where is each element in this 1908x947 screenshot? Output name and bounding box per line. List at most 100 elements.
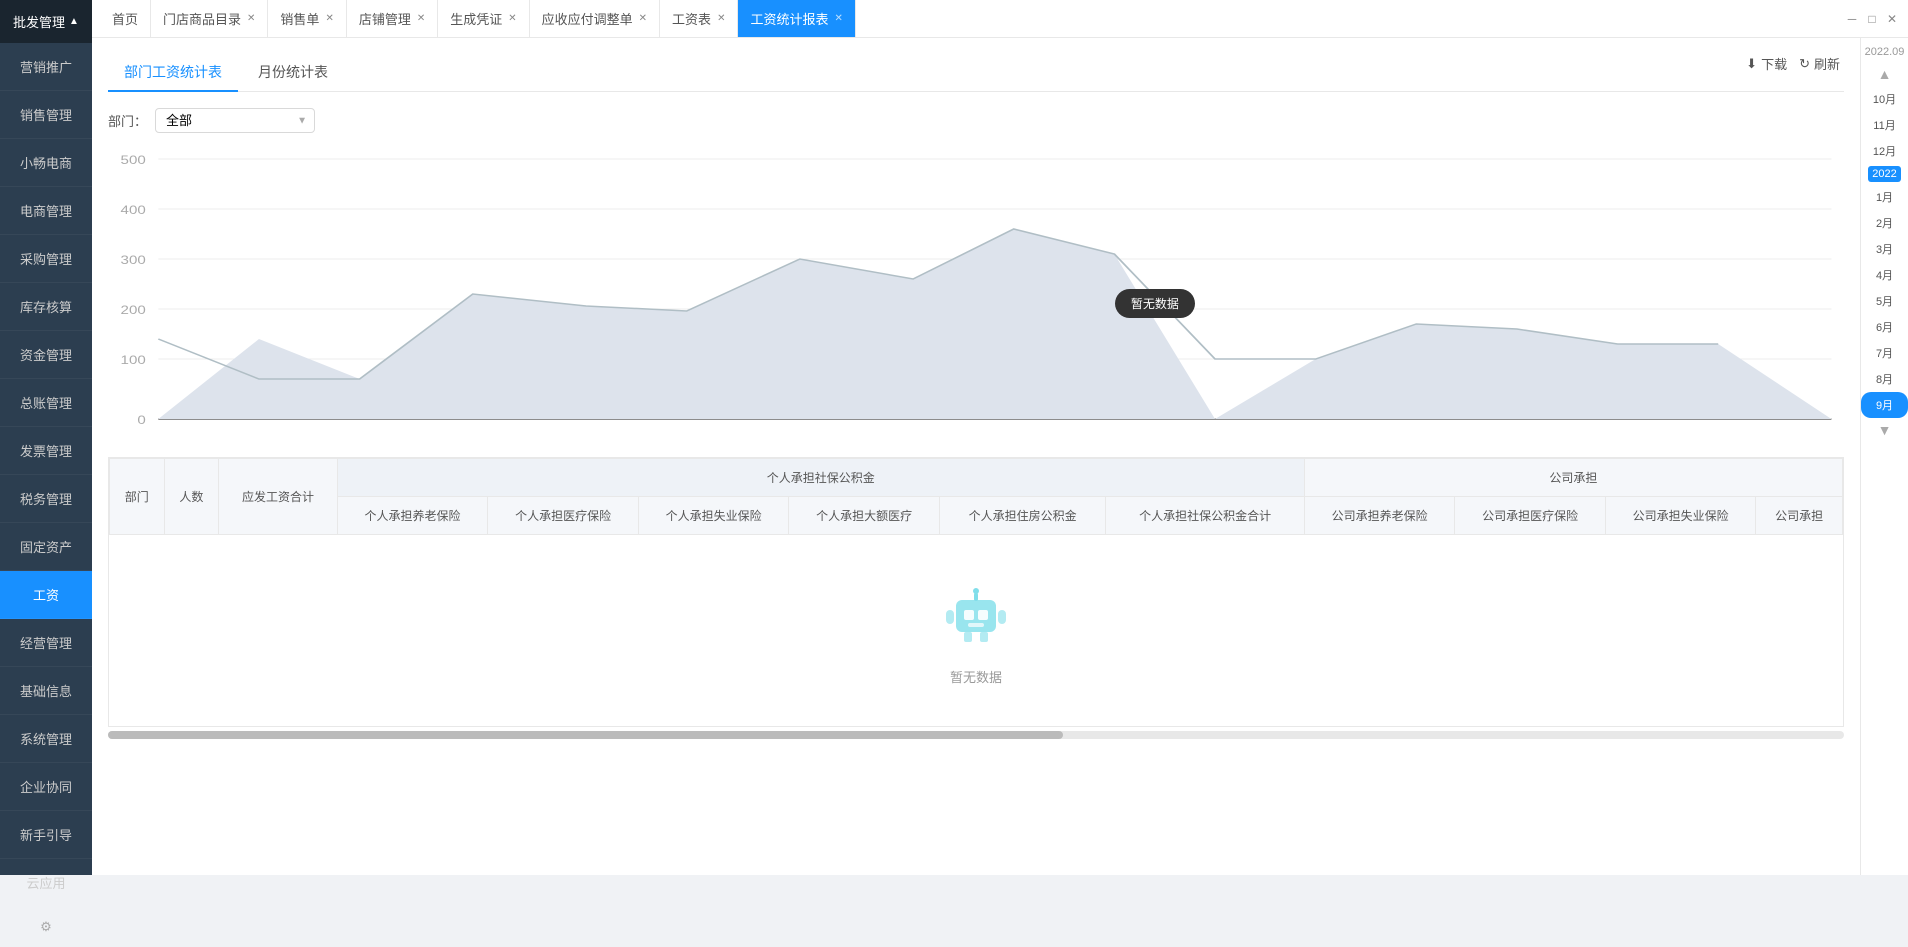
timeline-month-12[interactable]: 12月 [1861,138,1908,164]
sub-tab-monthly[interactable]: 月份统计表 [242,54,344,92]
close-tab-payroll[interactable]: ✕ [717,13,725,24]
department-filter-label: 部门： [108,111,147,130]
timeline-down-button[interactable]: ▼ [1874,418,1896,442]
minimize-button[interactable]: ─ [1844,11,1860,27]
settings-icon: ⚙ [40,919,52,934]
year-2022-label: 2022.09 [1863,42,1907,62]
sidebar-item-system[interactable]: 系统管理 [0,715,92,763]
close-tab-payroll-report[interactable]: ✕ [834,13,842,24]
sidebar-item-invoice[interactable]: 发票管理 [0,427,92,475]
sidebar-item-inventory[interactable]: 库存核算 [0,283,92,331]
payroll-chart: 500 400 300 200 100 0 [108,149,1844,449]
timeline-month-7[interactable]: 7月 [1861,340,1908,366]
sidebar-header-arrow: ▲ [69,16,79,27]
col-company-medical: 公司承担医疗保险 [1455,497,1606,535]
sidebar-item-ecommerce-small[interactable]: 小畅电商 [0,139,92,187]
download-button[interactable]: ⬇ 下载 [1746,54,1787,73]
tab-store-catalog[interactable]: 门店商品目录 ✕ [151,0,268,38]
timeline-month-3[interactable]: 3月 [1861,236,1908,262]
col-personal-medical: 个人承担医疗保险 [488,497,639,535]
maximize-button[interactable]: □ [1864,11,1880,27]
page-body: 部门工资统计表 月份统计表 ⬇ 下载 ↻ 刷新 部门： [92,38,1860,875]
col-company-unemployment: 公司承担失业保险 [1605,497,1756,535]
department-select[interactable]: 全部 [155,108,315,133]
timeline-month-10[interactable]: 10月 [1861,86,1908,112]
col-personal-unemployment: 个人承担失业保险 [638,497,789,535]
close-tab-receivable-adjustment[interactable]: ✕ [639,13,647,24]
col-company-pension: 公司承担养老保险 [1304,497,1455,535]
timeline-month-4[interactable]: 4月 [1861,262,1908,288]
timeline-up-button[interactable]: ▲ [1874,62,1896,86]
window-controls: ─ □ ✕ [1844,11,1900,27]
tab-generate-voucher[interactable]: 生成凭证 ✕ [438,0,529,38]
sidebar-item-sales[interactable]: 销售管理 [0,91,92,139]
col-group-company: 公司承担 [1304,459,1842,497]
col-count: 人数 [164,459,219,535]
close-tab-store-manage[interactable]: ✕ [417,13,425,24]
toolbar: ⬇ 下载 ↻ 刷新 [1746,54,1840,73]
sidebar-item-cloud[interactable]: 云应用 [0,859,92,907]
sidebar-item-assets[interactable]: 固定资产 [0,523,92,571]
timeline-month-9[interactable]: 9月 [1861,392,1908,418]
sidebar-item-payroll[interactable]: 工资 [0,571,92,619]
timeline-month-2[interactable]: 2月 [1861,210,1908,236]
tab-payroll-report[interactable]: 工资统计报表 ✕ [738,0,855,38]
sidebar-item-operations[interactable]: 经营管理 [0,619,92,667]
filter-row: 部门： 全部 ▼ [108,108,1844,133]
department-select-wrapper: 全部 ▼ [155,108,315,133]
sidebar-item-ledger[interactable]: 总账管理 [0,379,92,427]
close-tab-sales-order[interactable]: ✕ [325,13,333,24]
svg-text:100: 100 [121,353,147,366]
timeline-month-1[interactable]: 1月 [1861,184,1908,210]
sub-tab-bar: 部门工资统计表 月份统计表 [108,54,1844,92]
sidebar-item-marketing[interactable]: 营销推广 [0,43,92,91]
timeline-month-5[interactable]: 5月 [1861,288,1908,314]
empty-icon [936,575,1016,655]
col-personal-housing-fund: 个人承担住房公积金 [939,497,1106,535]
sidebar-header[interactable]: 批发管理 ▲ [0,0,92,43]
sidebar-header-label: 批发管理 [13,12,65,31]
svg-text:0: 0 [137,413,146,426]
col-personal-major-medical: 个人承担大额医疗 [789,497,940,535]
sidebar-item-guide[interactable]: 新手引导 [0,811,92,859]
col-personal-pension: 个人承担养老保险 [337,497,488,535]
tab-receivable-adjustment[interactable]: 应收应付调整单 ✕ [530,0,660,38]
timeline-panel: 2022.09 ▲ 10月 11月 12月 2022 1月 2月 3月 4月 [1860,38,1908,875]
close-tab-store-catalog[interactable]: ✕ [247,13,255,24]
sidebar-item-purchase[interactable]: 采购管理 [0,235,92,283]
sidebar-settings[interactable]: ⚙ [0,907,92,947]
tab-sales-order[interactable]: 销售单 ✕ [268,0,346,38]
timeline-month-6[interactable]: 6月 [1861,314,1908,340]
sidebar-item-collaboration[interactable]: 企业协同 [0,763,92,811]
sidebar-item-basic-info[interactable]: 基础信息 [0,667,92,715]
svg-text:500: 500 [121,153,147,166]
sidebar-item-ecommerce[interactable]: 电商管理 [0,187,92,235]
main-area: 首页 门店商品目录 ✕ 销售单 ✕ 店铺管理 ✕ 生成凭证 ✕ 应收应付调整单 … [92,0,1908,875]
tab-home[interactable]: 首页 [100,0,151,38]
col-total-wage: 应发工资合计 [219,459,338,535]
sub-tab-department[interactable]: 部门工资统计表 [108,54,238,92]
year-active-label: 2022 [1868,166,1900,182]
refresh-icon: ↻ [1799,56,1810,72]
content-area: 部门工资统计表 月份统计表 ⬇ 下载 ↻ 刷新 部门： [92,38,1908,875]
sidebar-item-finance[interactable]: 资金管理 [0,331,92,379]
data-table: 部门 人数 应发工资合计 个人承担社保公积金 公司承担 个人承担养老保险 个人承… [109,458,1843,726]
timeline-month-11[interactable]: 11月 [1861,112,1908,138]
download-icon: ⬇ [1746,56,1757,72]
col-personal-total: 个人承担社保公积金合计 [1106,497,1304,535]
refresh-button[interactable]: ↻ 刷新 [1799,54,1840,73]
svg-text:300: 300 [121,253,147,266]
data-table-wrap: 部门 人数 应发工资合计 个人承担社保公积金 公司承担 个人承担养老保险 个人承… [108,457,1844,727]
empty-text: 暂无数据 [110,667,1843,686]
chart-area: 500 400 300 200 100 0 [108,149,1844,449]
tab-store-manage[interactable]: 店铺管理 ✕ [347,0,438,38]
timeline-month-8[interactable]: 8月 [1861,366,1908,392]
sidebar-item-tax[interactable]: 税务管理 [0,475,92,523]
close-window-button[interactable]: ✕ [1884,11,1900,27]
horizontal-scrollbar[interactable] [108,731,1844,739]
tab-payroll[interactable]: 工资表 ✕ [660,0,738,38]
scrollbar-thumb[interactable] [108,731,1063,739]
empty-state: 暂无数据 [110,535,1843,726]
close-tab-generate-voucher[interactable]: ✕ [508,13,516,24]
col-group-personal: 个人承担社保公积金 [337,459,1304,497]
